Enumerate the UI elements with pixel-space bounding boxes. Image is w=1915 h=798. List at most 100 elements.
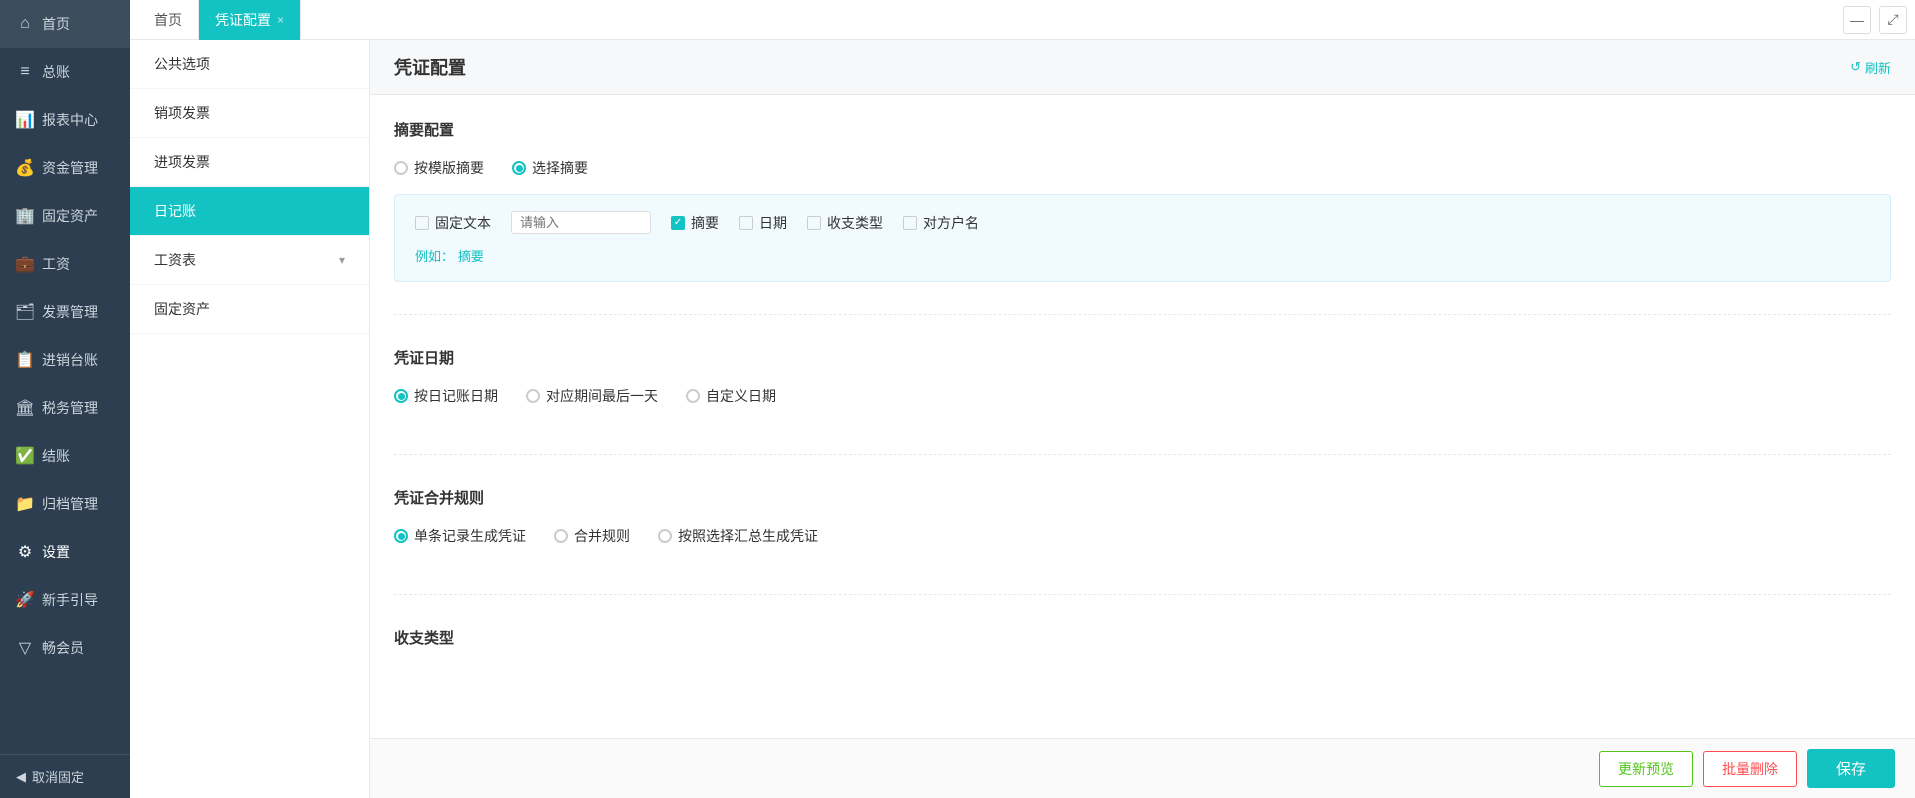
checkbox-summary[interactable]: ✓ 摘要 [671,213,719,233]
voucher-date-title: 凭证日期 [394,347,1891,368]
minimize-button[interactable]: — [1843,6,1871,34]
settings-icon: ⚙ [16,543,34,561]
voucher-date-radio-last-day[interactable]: 对应期间最后一天 [526,386,658,406]
save-button[interactable]: 保存 [1807,749,1895,788]
sidebar-item-home[interactable]: ⌂ 首页 [0,0,130,48]
merge-radio-single[interactable]: 单条记录生成凭证 [394,526,526,546]
example-label: 例如： [415,249,454,264]
summary-config-title: 摘要配置 [394,119,1891,140]
radio-last-day [526,389,540,403]
guide-icon: 🚀 [16,591,34,609]
checkbox-payment-type[interactable]: 收支类型 [807,213,883,233]
tab-controls: — ⤢ [1843,6,1907,34]
page-title: 凭证配置 [394,54,466,80]
chevron-down-icon: ▾ [339,253,345,267]
checkbox-box-payment [807,216,821,230]
left-nav-sales-invoice[interactable]: 销项发票 [130,89,369,138]
merge-radio-merge[interactable]: 合并规则 [554,526,630,546]
refresh-icon: ↺ [1850,59,1861,75]
radio-circle-template [394,161,408,175]
radio-circle-select [512,161,526,175]
sidebar-item-report[interactable]: 📊 报表中心 [0,96,130,144]
sidebar-item-archive[interactable]: 📁 归档管理 [0,480,130,528]
purchase-icon: 📋 [16,351,34,369]
radio-summary-generate [658,529,672,543]
update-preview-button[interactable]: 更新预览 [1599,751,1693,787]
left-nav: 公共选项 销项发票 进项发票 日记账 工资表 ▾ 固定资产 [130,40,370,798]
fixed-text-input[interactable] [511,211,651,234]
sidebar-item-purchase[interactable]: 📋 进销台账 [0,336,130,384]
merge-rules-radio-group: 单条记录生成凭证 合并规则 按照选择汇总生成凭证 [394,526,1891,546]
close-tab-icon[interactable]: × [277,13,284,27]
example-value: 摘要 [458,249,484,264]
radio-merge-rule [554,529,568,543]
sidebar-item-invoice[interactable]: 🗂 发票管理 [0,288,130,336]
left-nav-payroll[interactable]: 工资表 ▾ [130,236,369,285]
left-nav-purchase-invoice[interactable]: 进项发票 [130,138,369,187]
checkbox-box-date [739,216,753,230]
merge-rules-section: 凭证合并规则 单条记录生成凭证 合并规则 按照选择汇总生成凭证 [394,487,1891,595]
report-icon: 📊 [16,111,34,129]
voucher-date-radio-custom[interactable]: 自定义日期 [686,386,776,406]
sidebar-item-ledger[interactable]: ≡ 总账 [0,48,130,96]
right-content: 凭证配置 ↺ 刷新 摘要配置 按模版摘要 [370,40,1915,798]
batch-delete-button[interactable]: 批量删除 [1703,751,1797,787]
summary-radio-select[interactable]: 选择摘要 [512,158,588,178]
voucher-date-radio-journal[interactable]: 按日记账日期 [394,386,498,406]
summary-radio-group: 按模版摘要 选择摘要 [394,158,1891,178]
sidebar-item-settle[interactable]: ✅ 结账 [0,432,130,480]
radio-journal-date [394,389,408,403]
left-nav-public[interactable]: 公共选项 [130,40,369,89]
receipt-type-section: 收支类型 [394,627,1891,698]
sidebar-item-settings[interactable]: ⚙ 设置 [0,528,130,576]
checkbox-box-counterpart [903,216,917,230]
ledger-icon: ≡ [16,63,34,81]
pin-icon: ◀ [16,769,26,785]
sidebar-item-salary[interactable]: 💼 工资 [0,240,130,288]
summary-checkbox-row: 固定文本 ✓ 摘要 日期 [415,211,1870,234]
bottom-bar: 更新预览 批量删除 保存 [370,738,1915,798]
voucher-date-section: 凭证日期 按日记账日期 对应期间最后一天 自定义日期 [394,347,1891,455]
sidebar-item-assets[interactable]: 🏢 固定资产 [0,192,130,240]
checkbox-box-summary: ✓ [671,216,685,230]
salary-icon: 💼 [16,255,34,273]
page-header: 凭证配置 ↺ 刷新 [370,40,1915,95]
sidebar-item-member[interactable]: ▽ 畅会员 [0,624,130,672]
checkbox-date[interactable]: 日期 [739,213,787,233]
content-scroll: 摘要配置 按模版摘要 选择摘要 [370,95,1915,738]
summary-config-section: 摘要配置 按模版摘要 选择摘要 [394,119,1891,315]
merge-radio-summary[interactable]: 按照选择汇总生成凭证 [658,526,818,546]
checkbox-counterpart[interactable]: 对方户名 [903,213,979,233]
checkbox-fixed-text[interactable]: 固定文本 [415,213,491,233]
maximize-button[interactable]: ⤢ [1879,6,1907,34]
content-area: 公共选项 销项发票 进项发票 日记账 工资表 ▾ 固定资产 凭证配置 [130,40,1915,798]
sidebar-item-guide[interactable]: 🚀 新手引导 [0,576,130,624]
archive-icon: 📁 [16,495,34,513]
tax-icon: 🏛 [16,399,34,417]
radio-single-record [394,529,408,543]
sidebar-item-fund[interactable]: 💰 资金管理 [0,144,130,192]
checkbox-box-fixed [415,216,429,230]
merge-rules-title: 凭证合并规则 [394,487,1891,508]
home-icon: ⌂ [16,15,34,33]
tab-home[interactable]: 首页 [138,0,199,40]
voucher-date-radio-group: 按日记账日期 对应期间最后一天 自定义日期 [394,386,1891,406]
sidebar-pin-toggle[interactable]: ◀ 取消固定 [0,754,130,798]
sidebar-item-tax[interactable]: 🏛 税务管理 [0,384,130,432]
left-nav-journal[interactable]: 日记账 [130,187,369,236]
assets-icon: 🏢 [16,207,34,225]
member-icon: ▽ [16,639,34,657]
summary-config-box: 固定文本 ✓ 摘要 日期 [394,194,1891,282]
fund-icon: 💰 [16,159,34,177]
sidebar: ⌂ 首页 ≡ 总账 📊 报表中心 💰 资金管理 🏢 固定资产 💼 工资 🗂 发票… [0,0,130,798]
invoice-icon: 🗂 [16,303,34,321]
main-area: 首页 凭证配置 × — ⤢ 公共选项 销项发票 进项发票 日记账 [130,0,1915,798]
refresh-button[interactable]: ↺ 刷新 [1850,58,1891,77]
settle-icon: ✅ [16,447,34,465]
left-nav-fixed-assets[interactable]: 固定资产 [130,285,369,334]
tab-voucher-config[interactable]: 凭证配置 × [199,0,301,40]
summary-radio-template[interactable]: 按模版摘要 [394,158,484,178]
example-row: 例如： 摘要 [415,246,1870,265]
radio-custom-date [686,389,700,403]
receipt-type-title: 收支类型 [394,627,1891,648]
